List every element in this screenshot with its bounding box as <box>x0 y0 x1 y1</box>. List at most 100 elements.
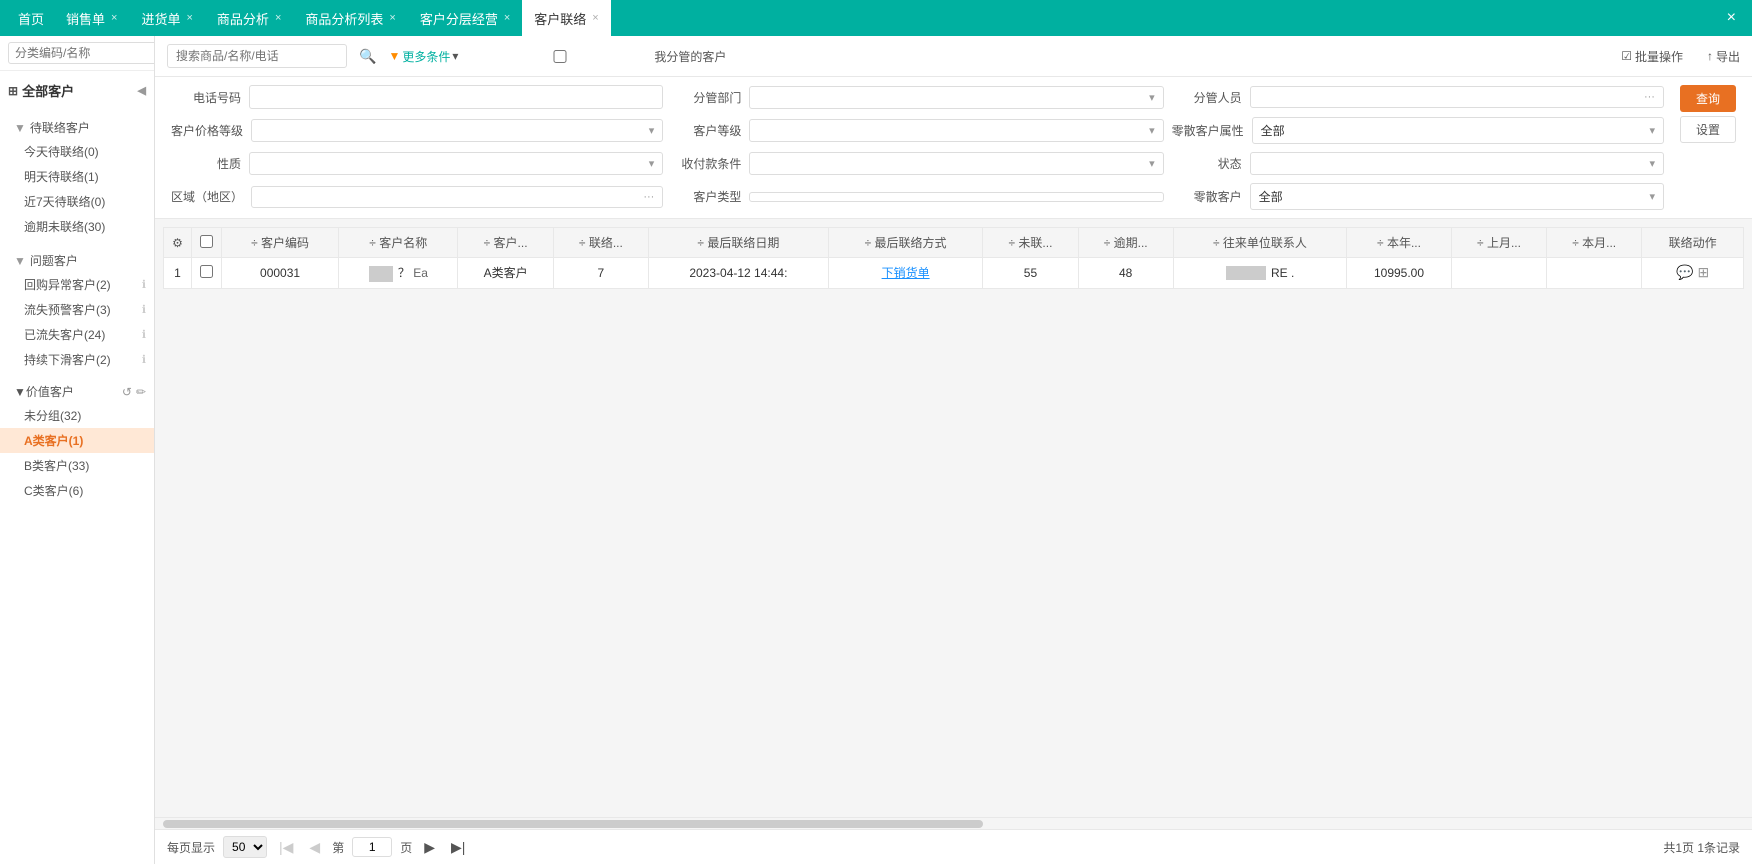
scroll-thumb[interactable] <box>163 820 983 828</box>
table-header-customer-type: ÷ 客户... <box>458 228 553 258</box>
sidebar-search-input[interactable] <box>8 42 155 64</box>
problem-customers-group: ▼ 问题客户 回购异常客户(2) ℹ 流失预警客户(3) ℹ 已流失客户(24)… <box>0 243 154 376</box>
edit-icon[interactable]: ✏ <box>136 385 146 399</box>
sidebar-item-declining[interactable]: 持续下滑客户(2) ℹ <box>0 347 154 372</box>
scroll-bar-inner <box>155 818 1752 829</box>
close-analysis-list-tab[interactable]: × <box>389 12 395 24</box>
filter-customer-type-input[interactable] <box>749 192 1163 202</box>
filter-phone-input[interactable] <box>249 85 663 109</box>
sidebar-all-customers-header[interactable]: ⊞ 全部客户 ◀ <box>0 75 154 106</box>
row-unit-contact: RE . <box>1173 258 1346 289</box>
table-header-contact-count: ÷ 联络... <box>553 228 648 258</box>
filter-retail-attr-label: 零散客户属性 <box>1172 122 1244 139</box>
row-code: 000031 <box>222 258 339 289</box>
query-button[interactable]: 查询 <box>1680 85 1736 112</box>
sidebar-item-loss-warning[interactable]: 流失预警客户(3) ℹ <box>0 297 154 322</box>
table-header-row: ⚙ ÷ 客户编码 ÷ 客户名称 ÷ 客户... ÷ 联络... ÷ 最后联络日期… <box>164 228 1744 258</box>
top-close-button[interactable]: × <box>1719 9 1744 27</box>
sidebar-all-customers-section: ⊞ 全部客户 ◀ <box>0 71 154 110</box>
sidebar-item-tomorrow-contact[interactable]: 明天待联络(1) <box>0 164 154 189</box>
nav-tab-sales[interactable]: 销售单 × <box>54 0 129 36</box>
nav-tab-customer-contact[interactable]: 客户联络 × <box>522 0 610 36</box>
nav-tab-customer-tier[interactable]: 客户分层经营 × <box>408 0 522 36</box>
chat-icon[interactable]: 💬 <box>1676 264 1693 281</box>
next-page-button[interactable]: ▶ <box>420 839 439 856</box>
filter-customer-level-select[interactable]: ▾ <box>749 119 1163 142</box>
filter-retail-customer-select[interactable]: 全部 ▾ <box>1250 183 1664 210</box>
table-header-overdue: ÷ 逾期... <box>1078 228 1173 258</box>
my-customers-checkbox-label[interactable]: 我分管的客户 <box>470 48 726 65</box>
last-page-button[interactable]: ▶| <box>447 839 469 856</box>
filter-price-level-label: 客户价格等级 <box>171 122 243 139</box>
filter-manager-select[interactable]: ··· <box>1250 86 1664 108</box>
qr-icon[interactable]: ⊞ <box>1698 264 1710 281</box>
per-page-select[interactable]: 50 <box>223 836 267 858</box>
filter-phone: 电话号码 <box>171 85 663 109</box>
row-last-month <box>1451 258 1546 289</box>
sidebar-item-overdue-contact[interactable]: 逾期未联络(30) <box>0 214 154 239</box>
value-customer-icons: ↺ ✏ <box>122 385 146 399</box>
sidebar-item-7days-contact[interactable]: 近7天待联络(0) <box>0 189 154 214</box>
top-navigation: 首页 销售单 × 进货单 × 商品分析 × 商品分析列表 × 客户分层经营 × … <box>0 0 1752 36</box>
close-sales-tab[interactable]: × <box>111 12 117 24</box>
row-checkbox[interactable] <box>200 265 213 278</box>
sidebar-item-a-class[interactable]: A类客户(1) <box>0 428 154 453</box>
sidebar-item-today-contact[interactable]: 今天待联络(0) <box>0 139 154 164</box>
table-header-gear[interactable]: ⚙ <box>164 228 192 258</box>
table-header-checkbox[interactable] <box>192 228 222 258</box>
row-checkbox-cell[interactable] <box>192 258 222 289</box>
search-button[interactable]: 🔍 <box>359 48 376 65</box>
row-last-contact-way[interactable]: 下销货单 <box>828 258 983 289</box>
prev-page-button[interactable]: ◀ <box>305 839 324 856</box>
nav-tab-purchase[interactable]: 进货单 × <box>129 0 204 36</box>
filter-manager: 分管人员 ··· <box>1172 86 1664 108</box>
sidebar-item-c-class[interactable]: C类客户(6) <box>0 478 154 503</box>
filter-retail-attr-select[interactable]: 全部 ▾ <box>1252 117 1664 144</box>
batch-operation-button[interactable]: ☑ 批量操作 <box>1621 48 1683 65</box>
sidebar-item-abnormal-repurchase[interactable]: 回购异常客户(2) ℹ <box>0 272 154 297</box>
table-row: 1 000031 ？ Ea A类客户 7 2023-04-12 14:44: 下… <box>164 258 1744 289</box>
page-input[interactable] <box>352 837 392 857</box>
refresh-icon[interactable]: ↺ <box>122 385 132 399</box>
last-contact-link[interactable]: 下销货单 <box>882 266 930 280</box>
info-icon-1: ℹ <box>142 303 146 316</box>
filter-price-level-select[interactable]: ▾ <box>251 119 663 142</box>
filter-nature-select[interactable]: ▾ <box>249 152 663 175</box>
filter-status: 状态 ▾ <box>1172 152 1664 175</box>
sidebar-item-lost[interactable]: 已流失客户(24) ℹ <box>0 322 154 347</box>
close-analysis-tab[interactable]: × <box>275 12 281 24</box>
collapse-icon: ◀ <box>138 84 146 97</box>
filter-bar: 🔍 ▼ 更多条件 ▾ 我分管的客户 ☑ 批量操作 ↑ 导出 <box>155 36 1752 77</box>
sidebar-item-b-class[interactable]: B类客户(33) <box>0 453 154 478</box>
problem-customers-header[interactable]: ▼ 问题客户 <box>0 247 154 272</box>
filter-department: 分管部门 ▾ <box>671 86 1163 109</box>
settings-button[interactable]: 设置 <box>1680 116 1736 143</box>
filter-row-3: 性质 ▾ 收付款条件 ▾ <box>171 152 1664 175</box>
filter-payment-select[interactable]: ▾ <box>749 152 1163 175</box>
filter-price-level: 客户价格等级 ▾ <box>171 119 663 142</box>
nav-home[interactable]: 首页 <box>8 9 54 28</box>
export-button[interactable]: ↑ 导出 <box>1707 48 1740 65</box>
nav-tab-analysis[interactable]: 商品分析 × <box>205 0 293 36</box>
filter-region-select[interactable]: ··· <box>251 186 663 208</box>
filter-row-1: 电话号码 分管部门 ▾ 分管人员 <box>171 85 1664 109</box>
nav-tab-analysis-list[interactable]: 商品分析列表 × <box>293 0 407 36</box>
first-page-button[interactable]: |◀ <box>275 839 297 856</box>
search-input[interactable] <box>167 44 347 68</box>
row-this-year: 10995.00 <box>1347 258 1452 289</box>
my-customers-checkbox[interactable] <box>470 50 650 63</box>
filter-department-select[interactable]: ▾ <box>749 86 1163 109</box>
sidebar-item-ungrouped[interactable]: 未分组(32) <box>0 403 154 428</box>
pending-contact-header[interactable]: ▼ 待联络客户 <box>0 114 154 139</box>
close-customer-contact-tab[interactable]: × <box>592 12 598 24</box>
close-purchase-tab[interactable]: × <box>186 12 192 24</box>
table-header-last-contact-date: ÷ 最后联络日期 <box>648 228 828 258</box>
close-customer-tier-tab[interactable]: × <box>504 12 510 24</box>
filter-status-select[interactable]: ▾ <box>1250 152 1664 175</box>
select-all-checkbox[interactable] <box>200 235 213 248</box>
table-header-name: ÷ 客户名称 <box>339 228 458 258</box>
row-actions[interactable]: 💬 ⊞ <box>1642 258 1744 289</box>
horizontal-scrollbar[interactable] <box>155 817 1752 829</box>
more-filter-button[interactable]: ▼ 更多条件 ▾ <box>388 48 458 65</box>
filter-row-2: 客户价格等级 ▾ 客户等级 ▾ <box>171 117 1664 144</box>
